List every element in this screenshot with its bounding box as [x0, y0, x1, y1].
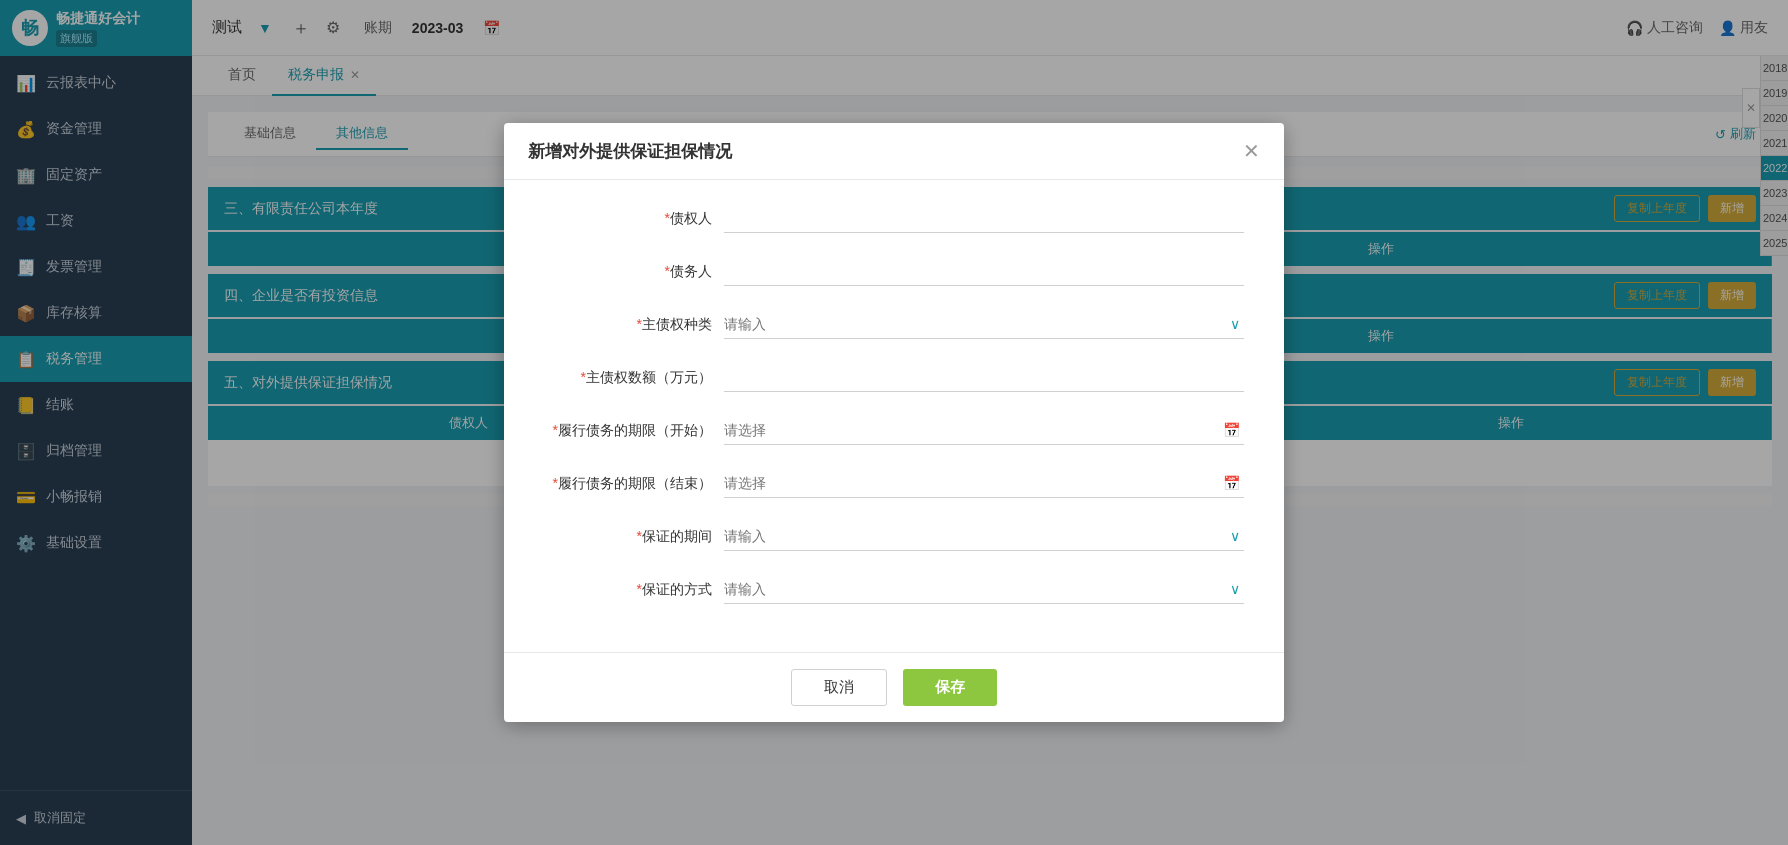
input-date-start[interactable] [724, 416, 1219, 444]
date-wrap-end: 📅 [724, 469, 1244, 498]
label-creditor: *债权人 [544, 210, 724, 228]
label-debtor: *债务人 [544, 263, 724, 281]
modal-overlay: 新增对外提供保证担保情况 ✕ *债权人 *债务人 *主债权种类 [0, 0, 1788, 845]
date-wrap-start: 📅 [724, 416, 1244, 445]
cancel-button[interactable]: 取消 [791, 669, 887, 706]
form-row-debt-amount: *主债权数额（万元） [544, 363, 1244, 392]
modal-body: *债权人 *债务人 *主债权种类 ∨ [504, 180, 1284, 652]
label-date-start: *履行债务的期限（开始） [544, 422, 724, 440]
modal-close-button[interactable]: ✕ [1243, 139, 1260, 163]
calendar-icon-start[interactable]: 📅 [1219, 422, 1244, 438]
input-debt-amount[interactable] [724, 363, 1244, 392]
label-debt-amount: *主债权数额（万元） [544, 369, 724, 387]
label-guarantee-method: *保证的方式 [544, 581, 724, 599]
form-row-debtor: *债务人 [544, 257, 1244, 286]
form-row-guarantee-method: *保证的方式 ∨ [544, 575, 1244, 604]
dropdown-arrow-guarantee-period[interactable]: ∨ [1226, 528, 1244, 544]
dropdown-arrow-debt-type[interactable]: ∨ [1226, 316, 1244, 332]
modal: 新增对外提供保证担保情况 ✕ *债权人 *债务人 *主债权种类 [504, 123, 1284, 722]
form-row-debt-type: *主债权种类 ∨ [544, 310, 1244, 339]
label-guarantee-period: *保证的期间 [544, 528, 724, 546]
calendar-icon-end[interactable]: 📅 [1219, 475, 1244, 491]
input-guarantee-period[interactable] [724, 522, 1226, 550]
modal-header: 新增对外提供保证担保情况 ✕ [504, 123, 1284, 180]
input-guarantee-method[interactable] [724, 575, 1226, 603]
input-date-end[interactable] [724, 469, 1219, 497]
modal-title: 新增对外提供保证担保情况 [528, 140, 732, 163]
select-wrap-guarantee-period: ∨ [724, 522, 1244, 551]
label-date-end: *履行债务的期限（结束） [544, 475, 724, 493]
select-wrap-guarantee-method: ∨ [724, 575, 1244, 604]
save-button[interactable]: 保存 [903, 669, 997, 706]
input-creditor[interactable] [724, 204, 1244, 233]
select-wrap-debt-type: ∨ [724, 310, 1244, 339]
modal-footer: 取消 保存 [504, 652, 1284, 722]
dropdown-arrow-guarantee-method[interactable]: ∨ [1226, 581, 1244, 597]
input-debt-type[interactable] [724, 310, 1226, 338]
input-debtor[interactable] [724, 257, 1244, 286]
label-debt-type: *主债权种类 [544, 316, 724, 334]
form-row-creditor: *债权人 [544, 204, 1244, 233]
form-row-guarantee-period: *保证的期间 ∨ [544, 522, 1244, 551]
form-row-date-start: *履行债务的期限（开始） 📅 [544, 416, 1244, 445]
form-row-date-end: *履行债务的期限（结束） 📅 [544, 469, 1244, 498]
